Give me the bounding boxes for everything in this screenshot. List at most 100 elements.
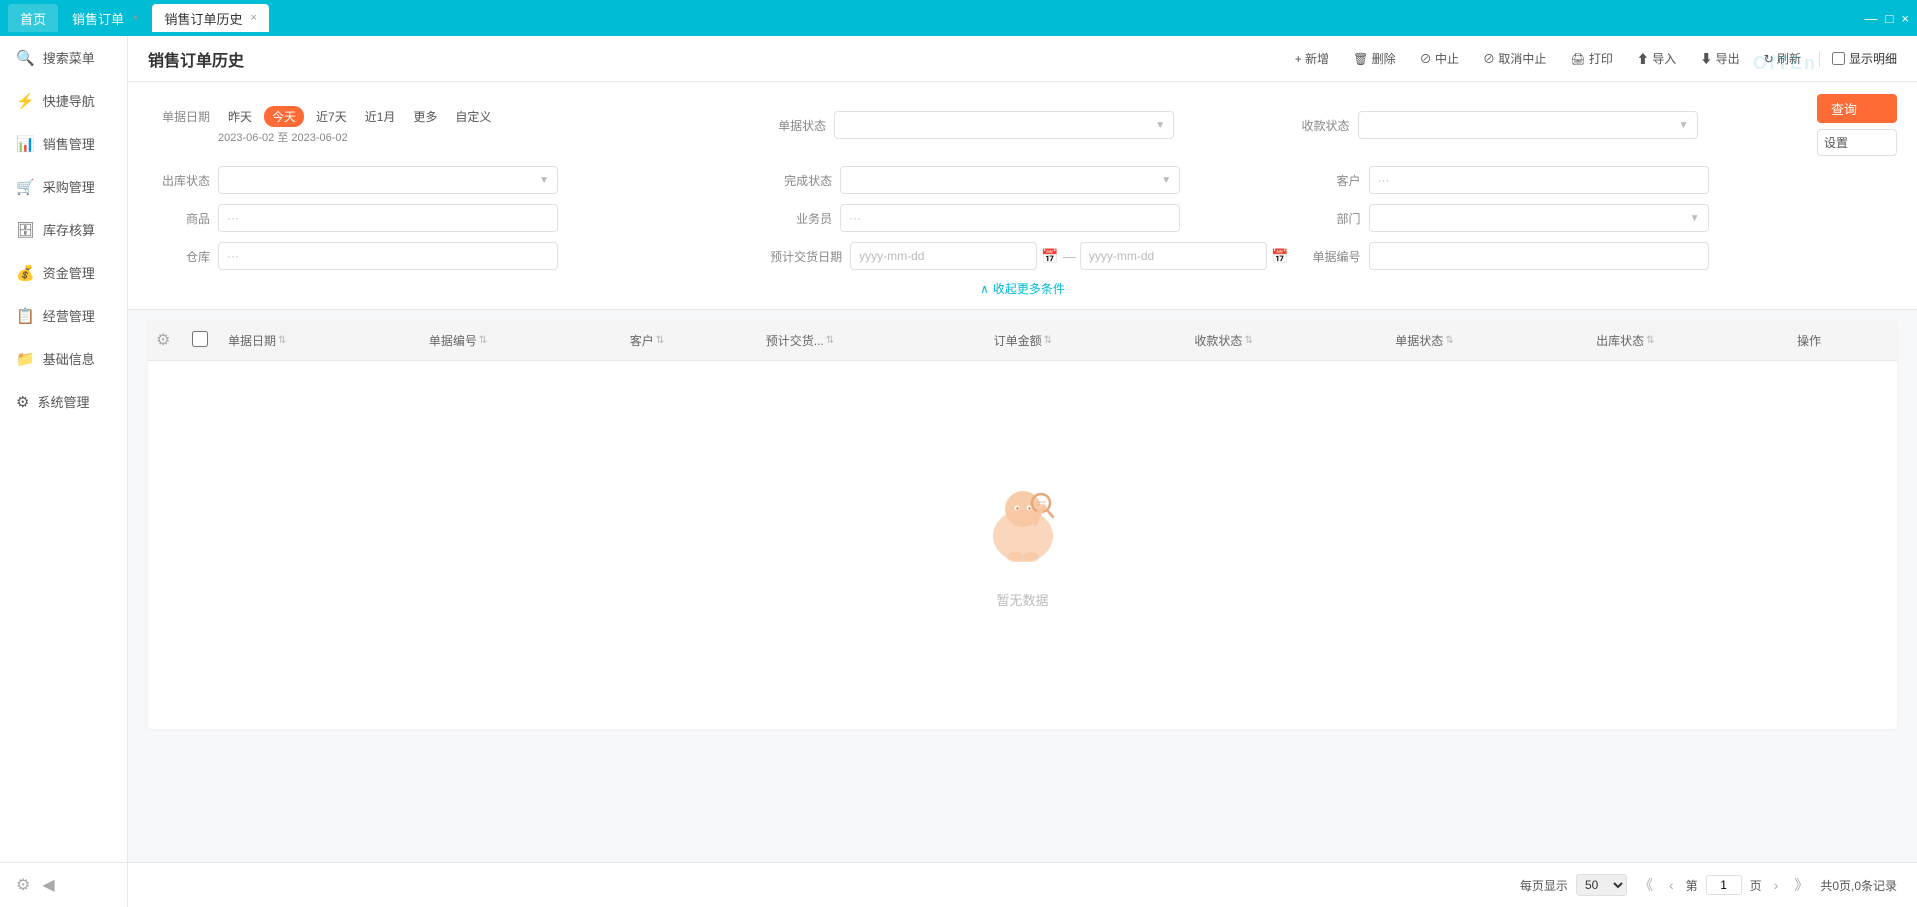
next-page-btn[interactable]: › [1770,875,1783,895]
col-actions-label: 操作 [1797,334,1821,348]
warehouse-input[interactable]: ··· [218,242,558,270]
refresh-button[interactable]: ↻ 刷新 [1758,46,1807,71]
completion-status-select[interactable]: ▼ [840,166,1180,194]
table-header: ⚙ 单据日期 ⇅ 单据编号 [148,320,1897,361]
col-order-status-sort-icon[interactable]: ⇅ [1445,335,1453,346]
expected-date-from[interactable]: yyyy-mm-dd [850,242,1037,270]
close-sales-history-tab[interactable]: × [250,12,256,24]
sidebar-label-purchase-mgmt: 采购管理 [43,177,95,196]
col-amount-sort-icon[interactable]: ⇅ [1044,335,1052,346]
pagination-bar: 每页显示 50 10 20 100 《 ‹ 第 页 › 》 共0页,0条记录 [128,862,1917,907]
salesperson-dots-icon: ··· [849,211,861,225]
sidebar-item-inventory-calc[interactable]: 🗄 库存核算 [0,208,127,251]
delete-button[interactable]: 🗑 删除 [1347,46,1402,71]
filter-area: 单据日期 昨天 今天 近7天 近1月 更多 自定义 2023-06-02 至 2… [128,82,1917,310]
col-date-sort-icon[interactable]: ⇅ [278,335,286,346]
tab-sales-order[interactable]: 销售订单 × [60,4,150,32]
maximize-btn[interactable]: □ [1886,11,1894,26]
total-info: 共0页,0条记录 [1820,877,1897,894]
sidebar-item-sales-mgmt[interactable]: 📊 销售管理 [0,122,127,165]
system-mgmt-icon: ⚙ [16,393,29,411]
page-of-label: 页 [1750,877,1762,894]
prev-page-btn[interactable]: ‹ [1665,875,1678,895]
date-from-placeholder: yyyy-mm-dd [859,249,924,263]
product-input[interactable]: ··· [218,204,558,232]
settings-filter-button[interactable]: 设置 [1817,129,1897,156]
date-separator: — [1063,249,1076,264]
order-status-select[interactable]: ▼ [834,111,1174,139]
sidebar-item-purchase-mgmt[interactable]: 🛒 采购管理 [0,165,127,208]
display-detail-checkbox-label[interactable]: 显示明细 [1832,50,1897,67]
calendar-to-icon[interactable]: 📅 [1271,248,1288,265]
table-settings-icon[interactable]: ⚙ [156,332,170,349]
purchase-mgmt-icon: 🛒 [16,178,35,196]
display-detail-checkbox[interactable] [1832,52,1845,65]
customer-input[interactable]: ··· [1369,166,1709,194]
col-expected-date-sort-icon[interactable]: ⇅ [826,335,834,346]
sidebar-collapse-icon[interactable]: ◀ [42,875,54,895]
sidebar-item-search-menu[interactable]: 🔍 搜索菜单 [0,36,127,79]
tab-home[interactable]: 首页 [8,4,58,32]
delivery-status-select[interactable]: ▼ [218,166,558,194]
collapse-label: 收起更多条件 [993,280,1065,297]
sidebar-item-quick-nav[interactable]: ⚡ 快捷导航 [0,79,127,122]
page-title: 销售订单历史 [148,47,244,71]
import-button[interactable]: ⬆ 导入 [1631,46,1682,71]
quick-nav-icon: ⚡ [16,92,35,110]
col-receipt-status-label: 收款状态 [1194,332,1242,349]
minimize-btn[interactable]: — [1865,11,1878,26]
export-button[interactable]: ⬇ 导出 [1694,46,1745,71]
per-page-select[interactable]: 50 10 20 100 [1576,874,1627,896]
stop-button[interactable]: ⊘ 中止 [1414,46,1465,71]
col-delivery-status: 出库状态 ⇅ [1588,320,1789,361]
receipt-status-label: 收款状态 [1288,117,1358,134]
col-customer-sort-icon[interactable]: ⇅ [656,335,664,346]
sidebar-label-basic-info: 基础信息 [43,349,95,368]
page-number-input[interactable] [1706,875,1742,895]
filter-item-receipt-status: 收款状态 ▼ [1288,111,1801,139]
salesperson-input[interactable]: ··· [840,204,1180,232]
department-arrow-icon: ▼ [1690,213,1700,224]
date-btn-today[interactable]: 今天 [264,106,304,127]
filter-item-date: 单据日期 昨天 今天 近7天 近1月 更多 自定义 2023-06-02 至 2… [148,106,764,145]
sidebar-label-quick-nav: 快捷导航 [43,91,95,110]
date-btn-custom[interactable]: 自定义 [449,106,497,127]
sidebar-item-system-mgmt[interactable]: ⚙ 系统管理 [0,380,127,423]
col-receipt-status-sort-icon[interactable]: ⇅ [1244,335,1252,346]
customer-dots-icon: ··· [1378,173,1390,187]
order-num-input[interactable] [1369,242,1709,270]
query-button[interactable]: 查询 [1817,94,1897,123]
date-btn-more[interactable]: 更多 [407,106,443,127]
sidebar-item-operations-mgmt[interactable]: 📋 经营管理 [0,294,127,337]
toolbar: + 新增 🗑 删除 ⊘ 中止 ⊘ 取消中止 🖨 打印 ⬆ 导入 ⬇ 导出 ↻ 刷… [1289,46,1897,71]
filter-item-order-status: 单据状态 ▼ [764,111,1277,139]
tab-sales-history[interactable]: 销售订单历史 × [152,4,268,32]
select-all-checkbox[interactable] [192,331,208,347]
expected-date-to[interactable]: yyyy-mm-dd [1080,242,1267,270]
top-bar: 首页 销售订单 × 销售订单历史 × — □ × [0,0,1917,36]
new-button[interactable]: + 新增 [1289,46,1335,71]
col-delivery-status-sort-icon[interactable]: ⇅ [1646,335,1654,346]
sidebar-bottom: ⚙ ◀ [0,862,127,907]
order-num-label: 单据编号 [1299,248,1369,265]
collapse-button[interactable]: ∧ 收起更多条件 [980,280,1065,297]
sidebar-item-fund-mgmt[interactable]: 💰 资金管理 [0,251,127,294]
receipt-status-select[interactable]: ▼ [1358,111,1698,139]
sidebar-settings-icon[interactable]: ⚙ [16,875,30,895]
window-close-btn[interactable]: × [1901,11,1909,26]
sidebar-label-inventory-calc: 库存核算 [43,220,95,239]
date-btn-yesterday[interactable]: 昨天 [222,106,258,127]
department-label: 部门 [1299,210,1369,227]
col-customer-label: 客户 [630,332,654,349]
close-sales-order-tab[interactable]: × [132,12,138,24]
first-page-btn[interactable]: 《 [1635,873,1657,897]
print-button[interactable]: 🖨 打印 [1564,46,1619,71]
col-order-no-sort-icon[interactable]: ⇅ [479,335,487,346]
date-btn-1month[interactable]: 近1月 [359,106,402,127]
sidebar-item-basic-info[interactable]: 📁 基础信息 [0,337,127,380]
last-page-btn[interactable]: 》 [1790,873,1812,897]
department-select[interactable]: ▼ [1369,204,1709,232]
date-btn-7days[interactable]: 近7天 [310,106,353,127]
cancel-stop-button[interactable]: ⊘ 取消中止 [1477,46,1552,71]
calendar-from-icon[interactable]: 📅 [1041,248,1058,265]
